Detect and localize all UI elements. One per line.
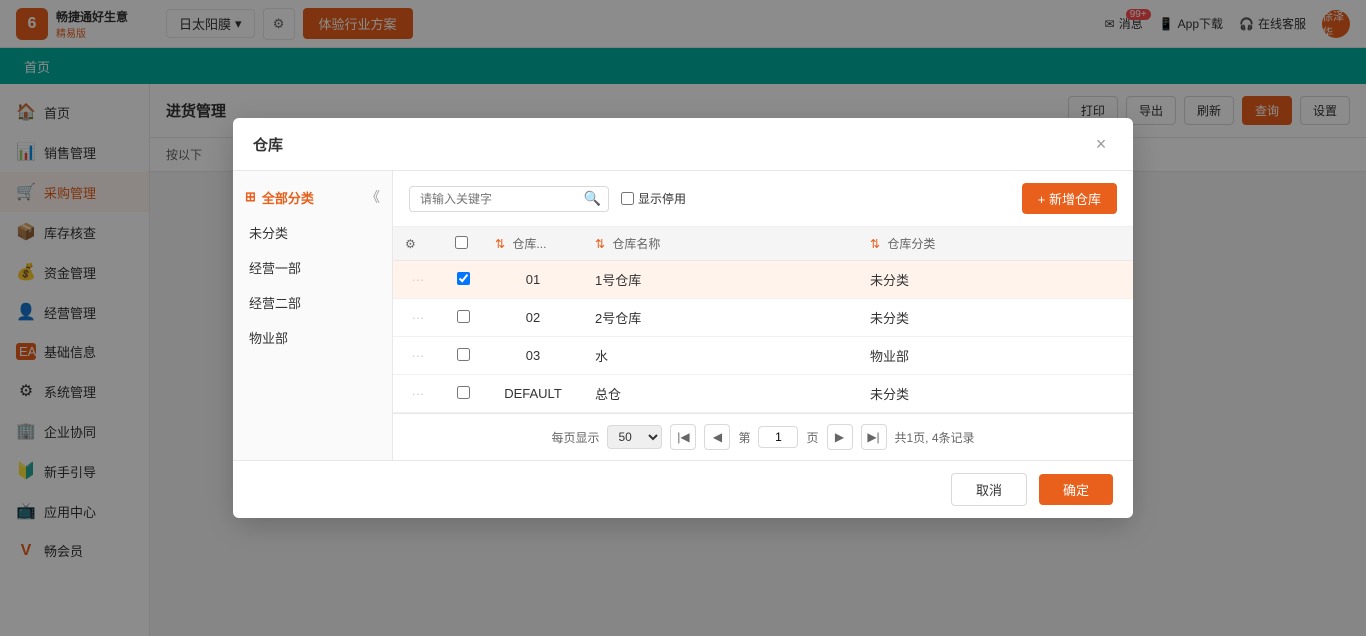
row-checkbox[interactable] (457, 386, 470, 399)
category-item-property[interactable]: 物业部 (233, 320, 392, 355)
table-row[interactable]: ··· DEFAULT 总仓 未分类 (393, 375, 1133, 413)
warehouse-table-wrap: ⚙ ⇅ 仓库... ⇅ (393, 227, 1133, 413)
pagination-footer: 每页显示 50 20 100 |◀ ◀ 第 页 ▶ ▶| 共1页, 4条记录 (393, 413, 1133, 460)
row-name: 2号仓库 (583, 299, 858, 337)
row-num: 02 (483, 299, 583, 337)
row-category: 未分类 (858, 261, 1133, 299)
show-disabled-checkbox-label[interactable]: 显示停用 (621, 190, 686, 207)
all-categories-label: ⊞ 全部分类 (245, 188, 314, 207)
modal-overlay: 仓库 × ⊞ 全部分类 《 未分类 经营一部 (0, 0, 1366, 636)
th-category[interactable]: ⇅ 仓库分类 (858, 227, 1133, 261)
modal-toolbar: 🔍 显示停用 + 新增仓库 (393, 171, 1133, 227)
modal-title: 仓库 (253, 134, 283, 155)
modal-action-footer: 取消 确定 (233, 460, 1133, 518)
sort-icon-id: ⇅ (495, 237, 505, 251)
row-category: 未分类 (858, 299, 1133, 337)
confirm-btn[interactable]: 确定 (1039, 474, 1113, 505)
category-item-ops1[interactable]: 经营一部 (233, 250, 392, 285)
total-label: 共1页, 4条记录 (895, 429, 975, 446)
modal-category-sidebar: ⊞ 全部分类 《 未分类 经营一部 经营二部 物业部 (233, 171, 393, 460)
row-checkbox-cell[interactable] (443, 261, 483, 299)
warehouse-modal: 仓库 × ⊞ 全部分类 《 未分类 经营一部 (233, 118, 1133, 518)
page-number-input[interactable] (758, 426, 798, 448)
modal-header: 仓库 × (233, 118, 1133, 171)
row-name: 水 (583, 337, 858, 375)
modal-main-panel: 🔍 显示停用 + 新增仓库 ⚙ (393, 171, 1133, 460)
sort-icon-name: ⇅ (595, 237, 605, 251)
page-size-select[interactable]: 50 20 100 (607, 425, 662, 449)
show-disabled-checkbox[interactable] (621, 192, 634, 205)
table-row[interactable]: ··· 02 2号仓库 未分类 (393, 299, 1133, 337)
cancel-btn[interactable]: 取消 (951, 473, 1027, 506)
row-actions: ··· (393, 261, 443, 299)
row-checkbox-cell[interactable] (443, 299, 483, 337)
modal-sidebar-header: ⊞ 全部分类 《 (233, 183, 392, 215)
row-checkbox[interactable] (457, 310, 470, 323)
row-checkbox[interactable] (457, 272, 470, 285)
select-all-checkbox[interactable] (455, 236, 468, 249)
row-checkbox-cell[interactable] (443, 337, 483, 375)
page-last-btn[interactable]: ▶| (861, 424, 887, 450)
th-name[interactable]: ⇅ 仓库名称 (583, 227, 858, 261)
row-name: 1号仓库 (583, 261, 858, 299)
modal-close-btn[interactable]: × (1089, 132, 1113, 156)
row-category: 物业部 (858, 337, 1133, 375)
table-header-row: ⚙ ⇅ 仓库... ⇅ (393, 227, 1133, 261)
search-wrap: 🔍 (409, 186, 609, 212)
page-prev-btn[interactable]: ◀ (704, 424, 730, 450)
th-id[interactable]: ⇅ 仓库... (483, 227, 583, 261)
row-actions: ··· (393, 299, 443, 337)
warehouse-table: ⚙ ⇅ 仓库... ⇅ (393, 227, 1133, 413)
row-category: 未分类 (858, 375, 1133, 413)
row-num: 03 (483, 337, 583, 375)
category-item-unclassified[interactable]: 未分类 (233, 215, 392, 250)
row-name: 总仓 (583, 375, 858, 413)
gear-icon: ⚙ (405, 237, 416, 251)
th-checkbox (443, 227, 483, 261)
page-first-btn[interactable]: |◀ (670, 424, 696, 450)
table-body: ··· 01 1号仓库 未分类 ··· 02 2号仓库 未分类 ··· 03 水… (393, 261, 1133, 413)
row-num: 01 (483, 261, 583, 299)
category-item-ops2[interactable]: 经营二部 (233, 285, 392, 320)
th-gear: ⚙ (393, 227, 443, 261)
row-actions: ··· (393, 337, 443, 375)
add-warehouse-btn[interactable]: + 新增仓库 (1022, 183, 1117, 214)
row-checkbox[interactable] (457, 348, 470, 361)
search-icon[interactable]: 🔍 (584, 190, 601, 207)
sort-icon-category: ⇅ (870, 237, 880, 251)
table-row[interactable]: ··· 03 水 物业部 (393, 337, 1133, 375)
sidebar-collapse-btn[interactable]: 《 (366, 187, 380, 207)
row-actions: ··· (393, 375, 443, 413)
row-checkbox-cell[interactable] (443, 375, 483, 413)
row-num: DEFAULT (483, 375, 583, 413)
search-input[interactable] (409, 186, 609, 212)
grid-icon: ⊞ (245, 189, 256, 205)
page-next-btn[interactable]: ▶ (827, 424, 853, 450)
table-row[interactable]: ··· 01 1号仓库 未分类 (393, 261, 1133, 299)
modal-body: ⊞ 全部分类 《 未分类 经营一部 经营二部 物业部 (233, 171, 1133, 460)
